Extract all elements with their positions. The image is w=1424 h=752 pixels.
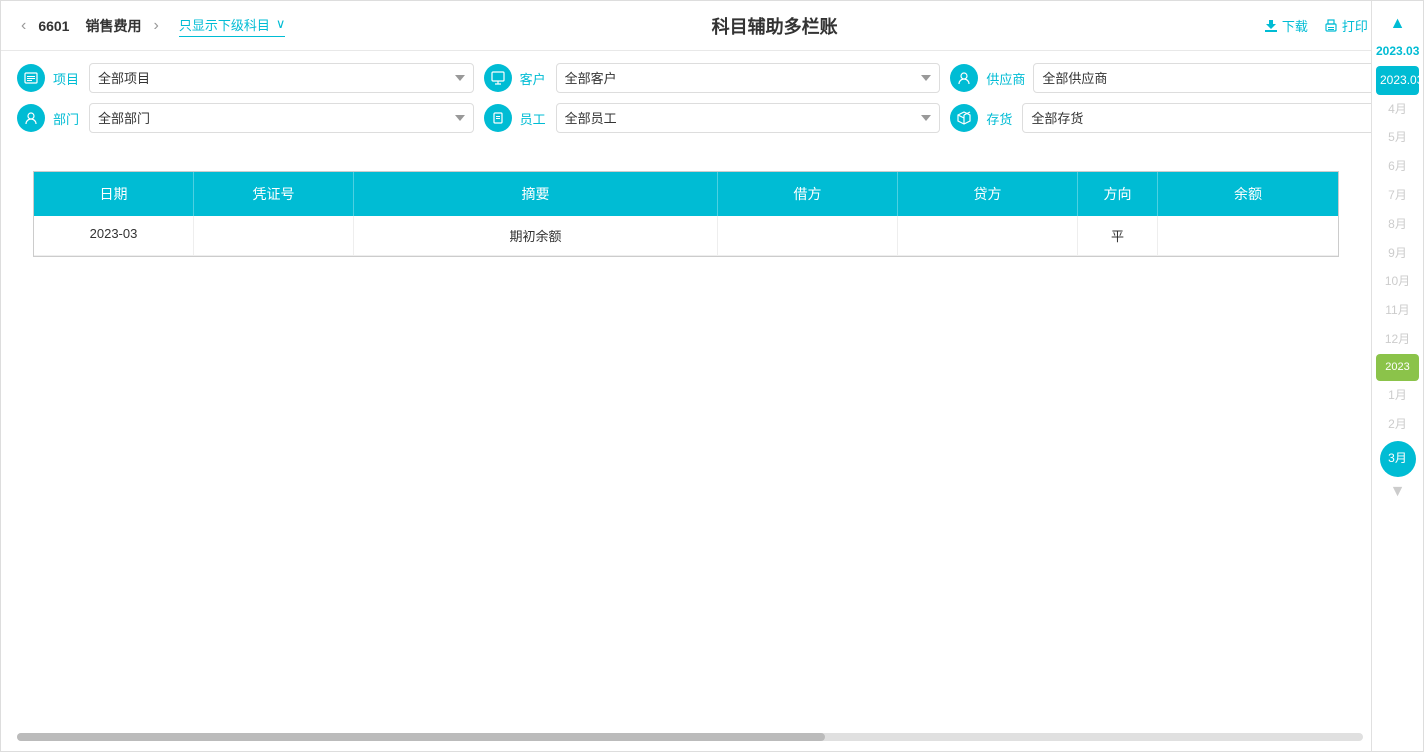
filter-inventory: 存货 全部存货: [950, 103, 1407, 133]
department-select[interactable]: 全部部门: [89, 103, 474, 133]
cell-debit: [718, 216, 898, 255]
col-date: 日期: [34, 172, 194, 216]
customer-icon: [484, 64, 512, 92]
side-item-feb[interactable]: 2月: [1372, 410, 1423, 439]
print-button[interactable]: 打印: [1324, 16, 1368, 35]
show-sub-label: 只显示下级科目: [179, 15, 270, 34]
data-table: 日期 凭证号 摘要 借方 贷方 方向 余额 2023-03 期初余额 平: [33, 171, 1339, 257]
side-item-jul[interactable]: 7月: [1372, 181, 1423, 210]
inventory-select[interactable]: 全部存货: [1022, 103, 1407, 133]
table-header: 日期 凭证号 摘要 借方 贷方 方向 余额: [34, 172, 1338, 216]
department-label: 部门: [53, 109, 81, 128]
page-title: 科目辅助多栏账: [285, 13, 1264, 39]
side-item-jan[interactable]: 1月: [1372, 381, 1423, 410]
employee-label: 员工: [520, 109, 548, 128]
filter-panel: 项目 全部项目 客户 全部客户 供应商 全部供应商: [1, 51, 1423, 145]
table-row: 2023-03 期初余额 平: [34, 216, 1338, 256]
col-voucher: 凭证号: [194, 172, 354, 216]
cell-summary: 期初余额: [354, 216, 718, 255]
side-item-may[interactable]: 5月: [1372, 123, 1423, 152]
col-balance: 余额: [1158, 172, 1338, 216]
download-button[interactable]: 下载: [1264, 16, 1308, 35]
project-icon: [17, 64, 45, 92]
side-scroll-down[interactable]: ▼: [1386, 479, 1410, 505]
print-icon: [1324, 19, 1338, 33]
nav-prev-button[interactable]: ‹: [17, 17, 30, 35]
show-sub-button[interactable]: 只显示下级科目 ∨: [179, 15, 286, 37]
account-code: 6601: [38, 18, 69, 34]
filter-employee: 员工 全部员工: [484, 103, 941, 133]
content-area: 日期 凭证号 摘要 借方 贷方 方向 余额 2023-03 期初余额 平: [1, 171, 1371, 721]
side-item-apr[interactable]: 4月: [1372, 95, 1423, 124]
supplier-label: 供应商: [986, 69, 1025, 88]
filter-department: 部门 全部部门: [17, 103, 474, 133]
table-body: 2023-03 期初余额 平: [34, 216, 1338, 256]
col-direction: 方向: [1078, 172, 1158, 216]
department-icon: [17, 104, 45, 132]
side-scroll-up[interactable]: ▲: [1386, 11, 1410, 37]
customer-label: 客户: [520, 69, 548, 88]
download-icon: [1264, 19, 1278, 33]
customer-select[interactable]: 全部客户: [556, 63, 941, 93]
col-summary: 摘要: [354, 172, 718, 216]
col-credit: 贷方: [898, 172, 1078, 216]
side-item-2023-year[interactable]: 2023: [1376, 354, 1419, 381]
side-item-oct[interactable]: 10月: [1372, 267, 1423, 296]
cell-balance: [1158, 216, 1338, 255]
project-label: 项目: [53, 69, 81, 88]
supplier-icon: [950, 64, 978, 92]
side-panel: ▲ 2023.03 2023.03 4月 5月 6月 7月 8月 9月 10月 …: [1371, 1, 1423, 751]
side-item-2023-03-header[interactable]: 2023.03: [1372, 37, 1423, 66]
side-item-2023-03[interactable]: 2023.03: [1376, 66, 1419, 95]
side-item-mar[interactable]: 3月: [1380, 441, 1416, 477]
side-item-dec[interactable]: 12月: [1372, 325, 1423, 354]
nav-next-button[interactable]: ›: [149, 17, 162, 35]
side-item-nov[interactable]: 11月: [1372, 296, 1423, 325]
side-item-sep[interactable]: 9月: [1372, 239, 1423, 268]
filter-project: 项目 全部项目: [17, 63, 474, 93]
inventory-icon: [950, 104, 978, 132]
employee-select[interactable]: 全部员工: [556, 103, 941, 133]
scrollbar-thumb[interactable]: [17, 733, 825, 741]
filter-customer: 客户 全部客户: [484, 63, 941, 93]
inventory-label: 存货: [986, 109, 1014, 128]
show-sub-arrow-icon: ∨: [276, 16, 286, 32]
cell-direction: 平: [1078, 216, 1158, 255]
filter-supplier: 供应商 全部供应商: [950, 63, 1407, 93]
cell-credit: [898, 216, 1078, 255]
side-item-aug[interactable]: 8月: [1372, 210, 1423, 239]
table-container: 日期 凭证号 摘要 借方 贷方 方向 余额 2023-03 期初余额 平: [17, 171, 1355, 257]
side-item-jun[interactable]: 6月: [1372, 152, 1423, 181]
supplier-select[interactable]: 全部供应商: [1033, 63, 1407, 93]
horizontal-scrollbar[interactable]: [17, 733, 1363, 741]
employee-icon: [484, 104, 512, 132]
cell-voucher: [194, 216, 354, 255]
col-debit: 借方: [718, 172, 898, 216]
account-name: 销售费用: [85, 16, 141, 36]
cell-date: 2023-03: [34, 216, 194, 255]
project-select[interactable]: 全部项目: [89, 63, 474, 93]
